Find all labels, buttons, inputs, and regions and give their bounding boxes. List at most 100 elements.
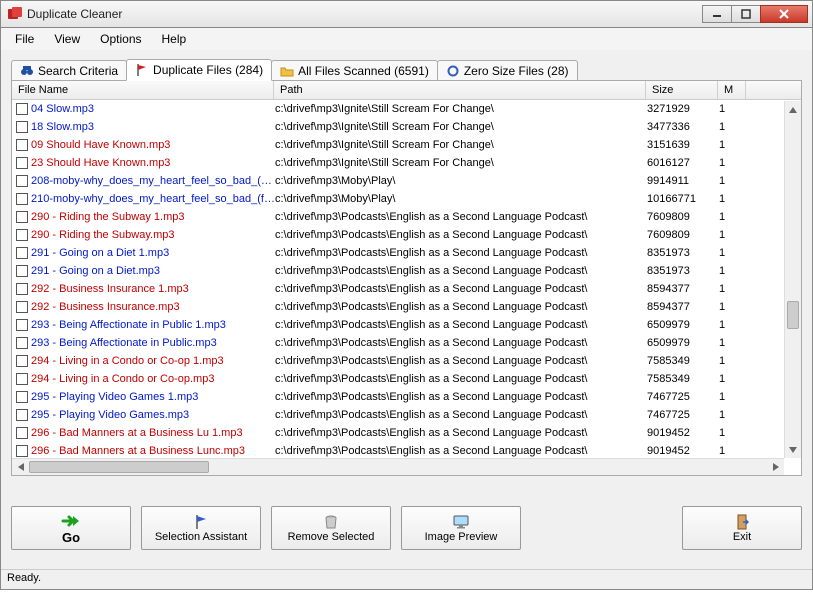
cell-size: 7609809 xyxy=(647,229,719,241)
row-checkbox[interactable] xyxy=(16,319,28,331)
exit-button[interactable]: Exit xyxy=(682,506,802,550)
table-row[interactable]: 290 - Riding the Subway.mp3c:\drivef\mp3… xyxy=(12,226,801,244)
row-checkbox[interactable] xyxy=(16,427,28,439)
tab-all-files-scanned[interactable]: All Files Scanned (6591) xyxy=(271,60,438,81)
table-row[interactable]: 292 - Business Insurance 1.mp3c:\drivef\… xyxy=(12,280,801,298)
tab-duplicate-files[interactable]: Duplicate Files (284) xyxy=(126,59,272,81)
row-checkbox[interactable] xyxy=(16,139,28,151)
vertical-scrollbar[interactable] xyxy=(784,101,801,458)
row-checkbox[interactable] xyxy=(16,355,28,367)
menu-help[interactable]: Help xyxy=(152,30,197,48)
row-checkbox[interactable] xyxy=(16,373,28,385)
cell-m: 1 xyxy=(719,301,747,313)
tab-zero-size-files[interactable]: Zero Size Files (28) xyxy=(437,60,578,81)
horizontal-scrollbar[interactable] xyxy=(12,458,784,475)
col-filename[interactable]: File Name xyxy=(12,81,274,99)
table-row[interactable]: 294 - Living in a Condo or Co-op.mp3c:\d… xyxy=(12,370,801,388)
table-row[interactable]: 293 - Being Affectionate in Public.mp3c:… xyxy=(12,334,801,352)
minimize-button[interactable] xyxy=(702,5,732,23)
table-row[interactable]: 18 Slow.mp3c:\drivef\mp3\Ignite\Still Sc… xyxy=(12,118,801,136)
menu-file[interactable]: File xyxy=(5,30,44,48)
zero-icon xyxy=(446,64,460,78)
button-bar: Go Selection Assistant Remove Selected I… xyxy=(11,506,802,550)
cell-size: 9019452 xyxy=(647,427,719,439)
row-checkbox[interactable] xyxy=(16,211,28,223)
button-label: Remove Selected xyxy=(288,531,375,543)
table-row[interactable]: 292 - Business Insurance.mp3c:\drivef\mp… xyxy=(12,298,801,316)
col-size[interactable]: Size xyxy=(646,81,718,99)
row-checkbox[interactable] xyxy=(16,337,28,349)
cell-path: c:\drivef\mp3\Podcasts\English as a Seco… xyxy=(275,373,647,385)
button-label: Selection Assistant xyxy=(155,531,247,543)
cell-m: 1 xyxy=(719,175,747,187)
table-row[interactable]: 23 Should Have Known.mp3c:\drivef\mp3\Ig… xyxy=(12,154,801,172)
table-row[interactable]: 294 - Living in a Condo or Co-op 1.mp3c:… xyxy=(12,352,801,370)
selection-assistant-button[interactable]: Selection Assistant xyxy=(141,506,261,550)
cell-filename: 296 - Bad Manners at a Business Lunc.mp3 xyxy=(31,445,275,457)
cell-m: 1 xyxy=(719,103,747,115)
row-checkbox[interactable] xyxy=(16,409,28,421)
row-checkbox[interactable] xyxy=(16,445,28,457)
table-row[interactable]: 296 - Bad Manners at a Business Lu 1.mp3… xyxy=(12,424,801,442)
table-row[interactable]: 295 - Playing Video Games 1.mp3c:\drivef… xyxy=(12,388,801,406)
cell-path: c:\drivef\mp3\Podcasts\English as a Seco… xyxy=(275,445,647,457)
row-checkbox[interactable] xyxy=(16,247,28,259)
table-row[interactable]: 09 Should Have Known.mp3c:\drivef\mp3\Ig… xyxy=(12,136,801,154)
cell-size: 10166771 xyxy=(647,193,719,205)
cell-size: 7585349 xyxy=(647,355,719,367)
tab-label: Zero Size Files (28) xyxy=(464,64,569,78)
menubar: File View Options Help xyxy=(0,28,813,50)
image-preview-button[interactable]: Image Preview xyxy=(401,506,521,550)
button-label: Exit xyxy=(733,531,751,543)
table-row[interactable]: 290 - Riding the Subway 1.mp3c:\drivef\m… xyxy=(12,208,801,226)
cell-path: c:\drivef\mp3\Ignite\Still Scream For Ch… xyxy=(275,103,647,115)
row-checkbox[interactable] xyxy=(16,103,28,115)
scroll-thumb[interactable] xyxy=(787,301,799,329)
close-button[interactable] xyxy=(760,5,808,23)
cell-size: 7467725 xyxy=(647,391,719,403)
col-m[interactable]: M xyxy=(718,81,746,99)
app-icon xyxy=(7,6,23,22)
button-label: Go xyxy=(62,530,80,545)
cell-size: 6016127 xyxy=(647,157,719,169)
row-checkbox[interactable] xyxy=(16,391,28,403)
binoculars-icon xyxy=(20,64,34,78)
row-checkbox[interactable] xyxy=(16,229,28,241)
menu-view[interactable]: View xyxy=(44,30,90,48)
cell-path: c:\drivef\mp3\Podcasts\English as a Seco… xyxy=(275,409,647,421)
cell-size: 3151639 xyxy=(647,139,719,151)
cell-m: 1 xyxy=(719,229,747,241)
remove-selected-button[interactable]: Remove Selected xyxy=(271,506,391,550)
row-checkbox[interactable] xyxy=(16,121,28,133)
table-row[interactable]: 293 - Being Affectionate in Public 1.mp3… xyxy=(12,316,801,334)
cell-size: 6509979 xyxy=(647,337,719,349)
menu-options[interactable]: Options xyxy=(90,30,151,48)
cell-size: 3477336 xyxy=(647,121,719,133)
cell-path: c:\drivef\mp3\Ignite\Still Scream For Ch… xyxy=(275,121,647,133)
row-checkbox[interactable] xyxy=(16,301,28,313)
scroll-thumb[interactable] xyxy=(29,461,209,473)
table-row[interactable]: 04 Slow.mp3c:\drivef\mp3\Ignite\Still Sc… xyxy=(12,100,801,118)
table-row[interactable]: 295 - Playing Video Games.mp3c:\drivef\m… xyxy=(12,406,801,424)
row-checkbox[interactable] xyxy=(16,193,28,205)
col-path[interactable]: Path xyxy=(274,81,646,99)
table-row[interactable]: 291 - Going on a Diet.mp3c:\drivef\mp3\P… xyxy=(12,262,801,280)
cell-filename: 292 - Business Insurance.mp3 xyxy=(31,301,275,313)
table-row[interactable]: 208-moby-why_does_my_heart_feel_so_bad_(… xyxy=(12,172,801,190)
row-checkbox[interactable] xyxy=(16,157,28,169)
row-checkbox[interactable] xyxy=(16,175,28,187)
tab-search-criteria[interactable]: Search Criteria xyxy=(11,60,127,81)
table-row[interactable]: 210-moby-why_does_my_heart_feel_so_bad_(… xyxy=(12,190,801,208)
row-checkbox[interactable] xyxy=(16,283,28,295)
scroll-right-icon[interactable] xyxy=(767,459,784,475)
scroll-down-icon[interactable] xyxy=(785,441,801,458)
row-checkbox[interactable] xyxy=(16,265,28,277)
table-row[interactable]: 291 - Going on a Diet 1.mp3c:\drivef\mp3… xyxy=(12,244,801,262)
cell-m: 1 xyxy=(719,157,747,169)
titlebar: Duplicate Cleaner xyxy=(0,0,813,28)
scroll-left-icon[interactable] xyxy=(12,459,29,475)
scroll-up-icon[interactable] xyxy=(785,101,801,118)
cell-m: 1 xyxy=(719,427,747,439)
maximize-button[interactable] xyxy=(731,5,761,23)
go-button[interactable]: Go xyxy=(11,506,131,550)
